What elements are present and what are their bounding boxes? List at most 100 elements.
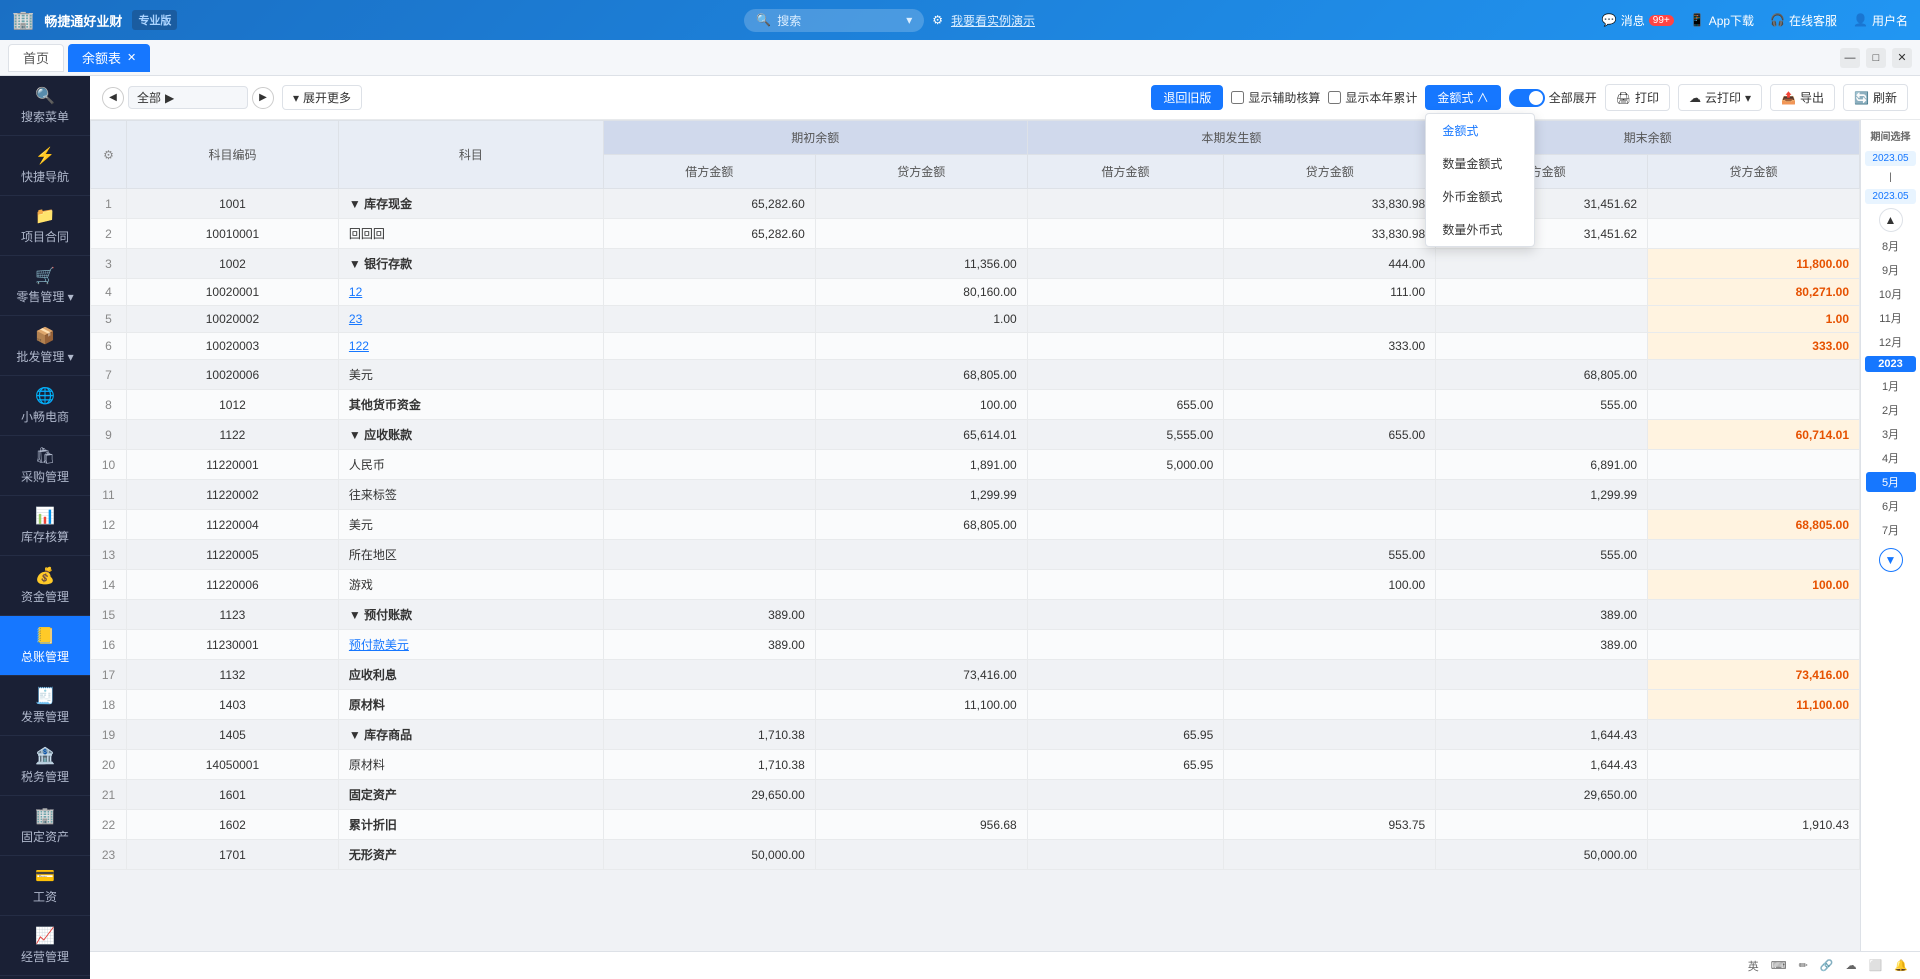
toggle-control[interactable] bbox=[1509, 89, 1545, 107]
print-icon: 🖨 bbox=[1616, 91, 1631, 105]
row-cb-credit bbox=[1648, 219, 1860, 249]
global-search-bar[interactable]: 🔍 搜索 ▾ bbox=[744, 9, 924, 32]
table-row: 91122▼ 应收账款65,614.015,555.00655.0060,714… bbox=[91, 420, 1860, 450]
row-cb-debit: 389.00 bbox=[1436, 600, 1648, 630]
sidebar-item-quick-nav[interactable]: ⚡ 快捷导航 bbox=[0, 136, 90, 196]
sidebar-item-ledger[interactable]: 📒 总账管理 bbox=[0, 616, 90, 676]
settings-icon[interactable]: ⚙ bbox=[932, 13, 943, 27]
forward-btn[interactable]: ▶ bbox=[252, 87, 274, 109]
tab-home[interactable]: 首页 bbox=[8, 44, 64, 72]
filter-input[interactable]: 全部 ▶ bbox=[128, 86, 248, 109]
sidebar-item-salary[interactable]: 💳 工资 bbox=[0, 856, 90, 916]
format-dropdown-btn[interactable]: 金额式 ∧ bbox=[1425, 85, 1500, 110]
format-amount-item[interactable]: 金额式 bbox=[1426, 114, 1534, 147]
period-aug[interactable]: 8月 bbox=[1866, 236, 1916, 256]
period-jul[interactable]: 7月 bbox=[1866, 520, 1916, 540]
sidebar-item-retail[interactable]: 🛒 零售管理 ▾ bbox=[0, 256, 90, 316]
period-feb[interactable]: 2月 bbox=[1866, 400, 1916, 420]
online-service-btn[interactable]: 🎧 在线客服 bbox=[1770, 12, 1837, 29]
lang-icon[interactable]: 英 bbox=[1748, 958, 1759, 974]
period-dec[interactable]: 12月 bbox=[1866, 332, 1916, 352]
print-btn[interactable]: 🖨 打印 bbox=[1605, 84, 1670, 111]
cloud-print-btn[interactable]: ☁ 云打印 ▾ bbox=[1678, 84, 1762, 111]
back-old-btn[interactable]: 退回旧版 bbox=[1151, 85, 1223, 110]
period-jun[interactable]: 6月 bbox=[1866, 496, 1916, 516]
format-dropdown-menu: 金额式 数量金额式 外币金额式 数量外币式 bbox=[1425, 113, 1535, 247]
period-jan[interactable]: 1月 bbox=[1866, 376, 1916, 396]
window-controls: — □ ✕ bbox=[1840, 48, 1912, 68]
row-ob-credit bbox=[815, 570, 1027, 600]
minimize-btn[interactable]: — bbox=[1840, 48, 1860, 68]
user-avatar[interactable]: 👤 用户名 bbox=[1853, 12, 1908, 29]
cloud-print-icon: ☁ bbox=[1689, 91, 1701, 105]
tab-balance[interactable]: 余额表 ✕ bbox=[68, 44, 150, 72]
row-name[interactable]: 12 bbox=[338, 279, 603, 306]
show-aux-checkbox[interactable]: 显示辅助核算 bbox=[1231, 89, 1320, 106]
format-qty-foreign-item[interactable]: 数量外币式 bbox=[1426, 213, 1534, 246]
row-cb-credit bbox=[1648, 630, 1860, 660]
invoice-icon: 🧾 bbox=[4, 686, 86, 706]
screen-icon[interactable]: ⬜ bbox=[1869, 959, 1883, 972]
export-btn[interactable]: 📤 导出 bbox=[1770, 84, 1835, 111]
sidebar-item-capital[interactable]: 💰 资金管理 bbox=[0, 556, 90, 616]
period-nov[interactable]: 11月 bbox=[1866, 308, 1916, 328]
sidebar-item-search[interactable]: 🔍 搜索菜单 bbox=[0, 76, 90, 136]
close-btn[interactable]: ✕ bbox=[1892, 48, 1912, 68]
table-row: 210010001回回回65,282.6033,830.9831,451.62 bbox=[91, 219, 1860, 249]
row-cb-debit: 68,805.00 bbox=[1436, 360, 1648, 390]
expand-more-btn[interactable]: ▾ 展开更多 bbox=[282, 85, 362, 110]
row-name[interactable]: 预付款美元 bbox=[338, 630, 603, 660]
row-ob-credit: 68,805.00 bbox=[815, 360, 1027, 390]
row-cb-debit bbox=[1436, 333, 1648, 360]
sidebar-item-invoice[interactable]: 🧾 发票管理 bbox=[0, 676, 90, 736]
row-name: 所在地区 bbox=[338, 540, 603, 570]
row-cp-credit: 953.75 bbox=[1224, 810, 1436, 840]
app-download-btn[interactable]: 📱 App下载 bbox=[1690, 12, 1754, 29]
sidebar-item-tax[interactable]: 🏦 税务管理 bbox=[0, 736, 90, 796]
show-ytd-input[interactable] bbox=[1328, 91, 1341, 104]
period-mar[interactable]: 3月 bbox=[1866, 424, 1916, 444]
row-cb-debit: 6,891.00 bbox=[1436, 450, 1648, 480]
expand-icon: ▾ bbox=[293, 91, 299, 105]
edit-icon[interactable]: ✏ bbox=[1799, 959, 1808, 972]
link-icon[interactable]: 🔗 bbox=[1820, 959, 1834, 972]
table-settings-icon[interactable]: ⚙ bbox=[103, 148, 114, 162]
refresh-icon: 🔄 bbox=[1854, 91, 1869, 105]
row-ob-debit bbox=[603, 390, 815, 420]
period-down-btn[interactable]: ▼ bbox=[1879, 548, 1903, 572]
demo-link[interactable]: 我要看实例演示 bbox=[951, 12, 1035, 29]
keyboard-icon[interactable]: ⌨ bbox=[1771, 959, 1787, 972]
period-up-btn[interactable]: ▲ bbox=[1879, 208, 1903, 232]
expand-all-toggle[interactable]: 全部展开 bbox=[1509, 89, 1597, 107]
show-aux-input[interactable] bbox=[1231, 91, 1244, 104]
period-may[interactable]: 5月 bbox=[1866, 472, 1916, 492]
period-oct[interactable]: 10月 bbox=[1866, 284, 1916, 304]
sidebar-item-assets[interactable]: 🏢 固定资产 bbox=[0, 796, 90, 856]
bell-icon[interactable]: 🔔 bbox=[1894, 959, 1908, 972]
tab-balance-close-icon[interactable]: ✕ bbox=[127, 51, 136, 64]
show-ytd-checkbox[interactable]: 显示本年累计 bbox=[1328, 89, 1417, 106]
row-name[interactable]: 122 bbox=[338, 333, 603, 360]
sidebar-item-purchase[interactable]: 🛍 采购管理 bbox=[0, 436, 90, 496]
format-qty-amount-item[interactable]: 数量金额式 bbox=[1426, 147, 1534, 180]
back-btn[interactable]: ◀ bbox=[102, 87, 124, 109]
cloud-icon[interactable]: ☁ bbox=[1846, 959, 1857, 972]
refresh-btn[interactable]: 🔄 刷新 bbox=[1843, 84, 1908, 111]
period-apr[interactable]: 4月 bbox=[1866, 448, 1916, 468]
format-foreign-amount-item[interactable]: 外币金额式 bbox=[1426, 180, 1534, 213]
period-sep[interactable]: 9月 bbox=[1866, 260, 1916, 280]
sidebar-item-wholesale[interactable]: 📦 批发管理 ▾ bbox=[0, 316, 90, 376]
table-row: 211601固定资产29,650.0029,650.00 bbox=[91, 780, 1860, 810]
sidebar-item-inventory[interactable]: 📊 库存核算 bbox=[0, 496, 90, 556]
sidebar-item-project[interactable]: 📁 项目合同 bbox=[0, 196, 90, 256]
maximize-btn[interactable]: □ bbox=[1866, 48, 1886, 68]
row-ob-credit: 11,356.00 bbox=[815, 249, 1027, 279]
sidebar-item-ops[interactable]: 📈 经营管理 bbox=[0, 916, 90, 976]
row-cp-debit bbox=[1027, 333, 1224, 360]
row-number: 6 bbox=[91, 333, 127, 360]
message-btn[interactable]: 💬 消息 99+ bbox=[1602, 12, 1674, 29]
sidebar-item-ecommerce[interactable]: 🌐 小畅电商 bbox=[0, 376, 90, 436]
row-ob-credit bbox=[815, 780, 1027, 810]
row-name[interactable]: 23 bbox=[338, 306, 603, 333]
status-bar-right: 英 ⌨ ✏ 🔗 ☁ ⬜ 🔔 bbox=[1748, 958, 1908, 974]
